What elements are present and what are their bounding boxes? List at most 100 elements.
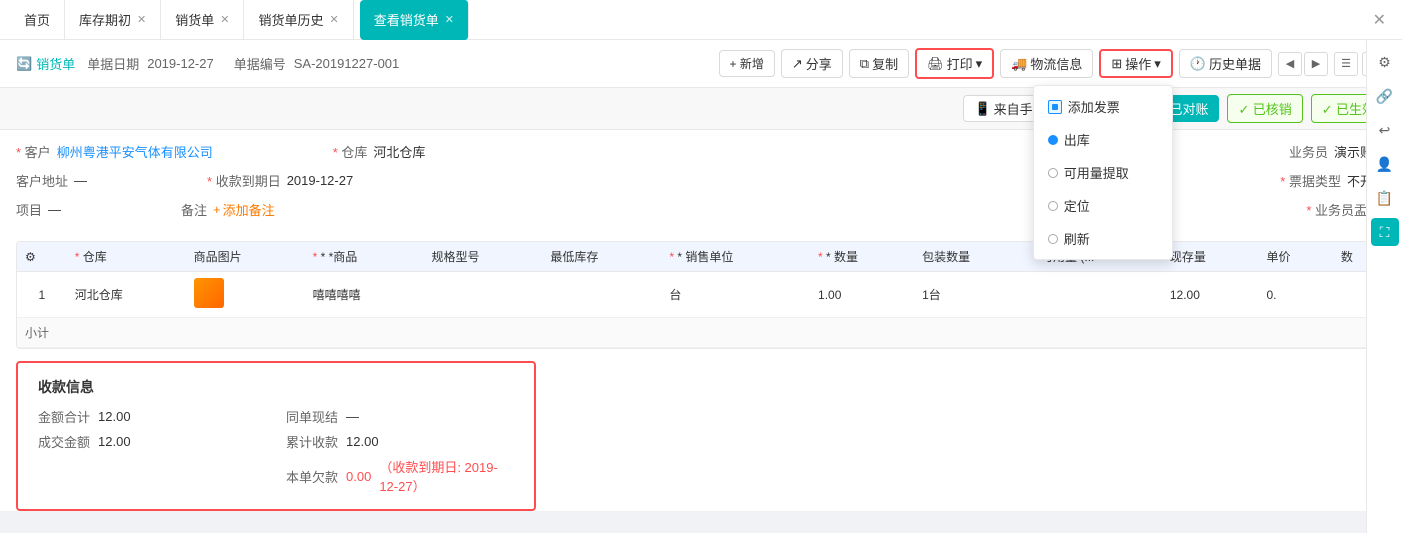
- outstanding-label: 本单欠款: [286, 467, 338, 486]
- address-label: 客户地址: [16, 171, 68, 190]
- tab-view-sales[interactable]: 查看销货单 ✕: [360, 0, 469, 40]
- table-header-qty: * 数量: [810, 242, 914, 272]
- refresh-label: 刷新: [1064, 229, 1090, 248]
- print-button[interactable]: 🖨 打印 ▾: [915, 48, 994, 79]
- table-header-spec: 规格型号: [423, 242, 542, 272]
- operations-button[interactable]: ⊞ 操作 ▾: [1099, 49, 1172, 78]
- logistics-button[interactable]: 🚚 物流信息: [1000, 49, 1093, 78]
- copy-button[interactable]: ⧉ 复制: [849, 49, 909, 78]
- tab-inventory-init[interactable]: 库存期初 ✕: [65, 0, 161, 40]
- tab-sales-history-close[interactable]: ✕: [330, 13, 339, 26]
- sidebar-link-icon[interactable]: 🔗: [1371, 82, 1399, 110]
- table-header-pack-qty: 包装数量: [914, 242, 1033, 272]
- tab-sales-order-close[interactable]: ✕: [220, 13, 229, 26]
- cumulative-receipt-label: 累计收款: [286, 432, 338, 451]
- tab-bar: 首页 库存期初 ✕ 销货单 ✕ 销货单历史 ✕ 查看销货单 ✕ ✕: [0, 0, 1402, 40]
- row-product: 嘻嘻嘻嘻: [305, 272, 424, 318]
- data-table: ⚙ 仓库 商品图片 * *商品 规格型号 最低库存 * 销售单位 * 数量 包装…: [17, 242, 1385, 348]
- transaction-amount-label: 成交金额: [38, 432, 90, 451]
- locate-icon: [1048, 201, 1058, 211]
- doc-title: 🔄 销货单: [16, 54, 75, 73]
- tab-inventory-init-close[interactable]: ✕: [137, 13, 146, 26]
- customer-value[interactable]: 柳州粤港平安气体有限公司: [57, 142, 213, 161]
- toolbar-row: 📱 来自手机 ● 未开票 ✓ 已对账 ✓ 已核销 ✓ 已生效: [0, 88, 1402, 130]
- cumulative-receipt-row: 累计收款 12.00: [286, 432, 514, 451]
- ticket-type-label: 票据类型: [1280, 171, 1341, 190]
- row-warehouse: 河北仓库: [67, 272, 186, 318]
- row-unit-price: 0.: [1258, 272, 1332, 318]
- doc-header: 🔄 销货单 单据日期 2019-12-27 单据编号 SA-20191227-0…: [0, 40, 1402, 88]
- form-row-1: 客户 柳州粤港平安气体有限公司 仓库 河北仓库 业务员 演示账号: [16, 142, 1386, 161]
- window-close-button[interactable]: ✕: [1373, 10, 1386, 30]
- print-icon: 🖨: [927, 56, 944, 72]
- available-qty-label: 可用量提取: [1064, 163, 1129, 182]
- form-section: 客户 柳州粤港平安气体有限公司 仓库 河北仓库 业务员 演示账号 客户地址 — …: [0, 130, 1402, 241]
- row-image: [186, 272, 305, 318]
- list-view-button[interactable]: ☰: [1334, 52, 1358, 76]
- customer-label: 客户: [16, 142, 51, 161]
- total-amount-value: 12.00: [98, 409, 131, 424]
- payment-date-value: 2019-12-27: [287, 173, 354, 188]
- operations-wrapper: ⊞ 操作 ▾ 添加发票 出库: [1099, 49, 1172, 78]
- share-label: 分享: [806, 54, 832, 73]
- sidebar-expand-icon[interactable]: ⛶: [1371, 218, 1399, 246]
- doc-type-label: 销货单: [36, 54, 75, 73]
- returned-icon: ✓: [1238, 102, 1249, 117]
- sale-returned-button[interactable]: ✓ 已核销: [1227, 94, 1302, 123]
- tab-home[interactable]: 首页: [10, 0, 65, 40]
- total-amount-row: 金额合计 12.00: [38, 407, 266, 426]
- outstanding-note: （收款到期日: 2019-12-27）: [379, 457, 514, 495]
- dropdown-add-invoice[interactable]: 添加发票: [1034, 90, 1172, 123]
- tab-inventory-init-label: 库存期初: [79, 10, 131, 29]
- project-value: —: [48, 202, 61, 217]
- table-header-product: * *商品: [305, 242, 424, 272]
- same-order-row: 同单现结 —: [286, 407, 514, 426]
- new-button[interactable]: + 新增: [719, 50, 775, 77]
- row-unit: 台: [661, 272, 810, 318]
- share-icon: ↗: [792, 56, 803, 72]
- biz-salesperson-label: 业务员盂: [1306, 200, 1367, 219]
- dropdown-available-qty[interactable]: 可用量提取: [1034, 156, 1172, 189]
- dropdown-locate[interactable]: 定位: [1034, 189, 1172, 222]
- nav-prev-button[interactable]: ◀: [1278, 52, 1302, 76]
- tab-sales-history-label: 销货单历史: [258, 10, 323, 29]
- effective-icon: ✓: [1322, 102, 1333, 117]
- sidebar-return-icon[interactable]: ↩: [1371, 116, 1399, 144]
- sidebar-settings-icon[interactable]: ⚙: [1371, 48, 1399, 76]
- sidebar-person-icon[interactable]: 👤: [1371, 150, 1399, 178]
- table-header-min-stock: 最低库存: [542, 242, 661, 272]
- tab-sales-history[interactable]: 销货单历史 ✕: [244, 0, 353, 40]
- form-row-3: 项目 — 备注 + 添加备注 业务员盂 —: [16, 200, 1386, 219]
- payment-date-field: 收款到期日 2019-12-27: [207, 171, 353, 190]
- table-wrapper: ⚙ 仓库 商品图片 * *商品 规格型号 最低库存 * 销售单位 * 数量 包装…: [16, 241, 1386, 349]
- same-order-value: —: [346, 409, 359, 424]
- tab-sales-order-label: 销货单: [175, 10, 214, 29]
- table-header-settings[interactable]: ⚙: [17, 242, 67, 272]
- dropdown-refresh[interactable]: 刷新: [1034, 222, 1172, 255]
- check-label: 已对账: [1169, 99, 1208, 118]
- table-header-unit-price: 单价: [1258, 242, 1332, 272]
- doc-meta: 单据日期 2019-12-27 单据编号 SA-20191227-001: [87, 54, 399, 73]
- table-header-warehouse: 仓库: [67, 242, 186, 272]
- subtotal-row: 小计: [17, 318, 1385, 348]
- sidebar-copy-icon[interactable]: 📋: [1371, 184, 1399, 212]
- table-header-image: 商品图片: [186, 242, 305, 272]
- doc-header-actions: + 新增 ↗ 分享 ⧉ 复制 🖨 打印 ▾ 🚚 物流信息 ⊞: [719, 48, 1387, 79]
- row-available: [1033, 272, 1162, 318]
- add-note-button[interactable]: + 添加备注: [213, 200, 275, 219]
- row-current-qty: 12.00: [1162, 272, 1259, 318]
- outbound-label: 出库: [1064, 130, 1090, 149]
- nav-next-button[interactable]: ▶: [1304, 52, 1328, 76]
- doc-header-left: 🔄 销货单 单据日期 2019-12-27 单据编号 SA-20191227-0…: [16, 54, 703, 73]
- dropdown-outbound[interactable]: 出库: [1034, 123, 1172, 156]
- history-button[interactable]: 🕐 历史单据: [1179, 49, 1272, 78]
- print-dropdown-arrow[interactable]: ▾: [976, 56, 983, 72]
- row-qty: 1.00: [810, 272, 914, 318]
- share-button[interactable]: ↗ 分享: [781, 49, 843, 78]
- table-header-unit: * 销售单位: [661, 242, 810, 272]
- tab-view-sales-close[interactable]: ✕: [445, 13, 454, 26]
- same-order-label: 同单现结: [286, 407, 338, 426]
- operations-dropdown: 添加发票 出库 可用量提取 定位: [1033, 85, 1173, 260]
- customer-field: 客户 柳州粤港平安气体有限公司: [16, 142, 213, 161]
- tab-sales-order[interactable]: 销货单 ✕: [161, 0, 244, 40]
